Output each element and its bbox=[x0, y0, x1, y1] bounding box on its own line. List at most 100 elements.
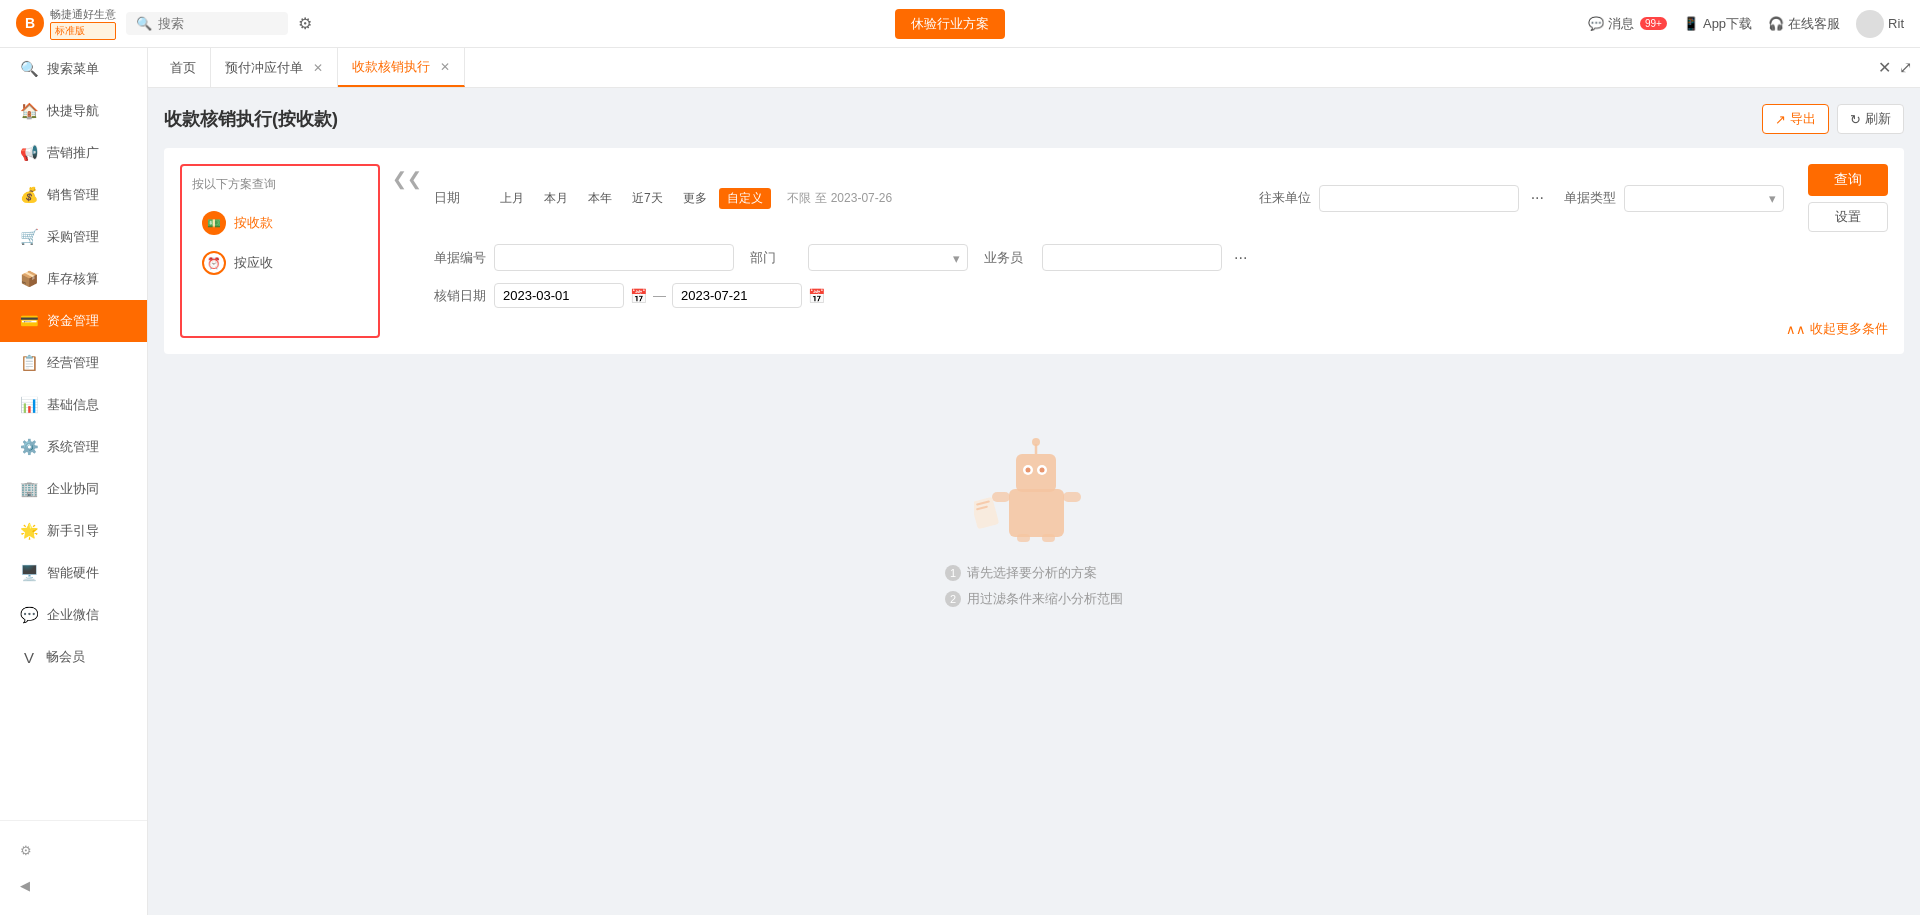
sidebar-item-quick-nav[interactable]: 🏠 快捷导航 bbox=[0, 90, 147, 132]
query-button[interactable]: 查询 bbox=[1808, 164, 1888, 196]
date-btn-this-year[interactable]: 本年 bbox=[580, 187, 620, 210]
date-value: 2023-07-26 bbox=[831, 191, 892, 205]
sidebar-item-hardware[interactable]: 🖥️ 智能硬件 bbox=[0, 552, 147, 594]
tab-prepay[interactable]: 预付冲应付单 ✕ bbox=[211, 48, 338, 87]
message-label: 消息 bbox=[1608, 15, 1634, 33]
tab-prepay-close[interactable]: ✕ bbox=[313, 61, 323, 75]
filter-action-btns: 查询 设置 bbox=[1808, 164, 1888, 232]
filter-scheme-panel: 按以下方案查询 💵 按收款 ⏰ 按应收 bbox=[180, 164, 380, 338]
top-bar: B 畅捷通好生意 标准版 🔍 ⚙ 休验行业方案 💬 消息 99+ 📱 App下载… bbox=[0, 0, 1920, 48]
username: Rit bbox=[1888, 16, 1904, 31]
user-action[interactable]: Rit bbox=[1856, 10, 1904, 38]
bill-type-select[interactable] bbox=[1624, 185, 1784, 212]
sidebar-item-wechat[interactable]: 💬 企业微信 bbox=[0, 594, 147, 636]
svg-rect-9 bbox=[1063, 492, 1081, 502]
staff-input[interactable] bbox=[1042, 244, 1222, 271]
export-button[interactable]: ↗ 导出 bbox=[1762, 104, 1829, 134]
sidebar-label-sales: 销售管理 bbox=[47, 186, 99, 204]
member-icon: V bbox=[20, 649, 38, 666]
refresh-button[interactable]: ↻ 刷新 bbox=[1837, 104, 1904, 134]
top-bar-center: 休验行业方案 bbox=[895, 9, 1005, 39]
wechat-icon: 💬 bbox=[20, 606, 39, 624]
svg-rect-1 bbox=[1016, 454, 1056, 492]
date-btn-7days[interactable]: 近7天 bbox=[624, 187, 671, 210]
filter-by-receivable[interactable]: ⏰ 按应收 bbox=[192, 243, 368, 283]
online-service-action[interactable]: 🎧 在线客服 bbox=[1768, 15, 1840, 33]
date-btn-last-month[interactable]: 上月 bbox=[492, 187, 532, 210]
sidebar: 🔍 搜索菜单 🏠 快捷导航 📢 营销推广 💰 销售管理 🛒 采购管理 📦 库存核… bbox=[0, 48, 148, 915]
sidebar-item-guide[interactable]: 🌟 新手引导 bbox=[0, 510, 147, 552]
bill-no-field: 单据编号 bbox=[434, 244, 734, 271]
date-no-limit: 不限 bbox=[787, 190, 811, 207]
collapse-more-row: ∧∧ 收起更多条件 bbox=[434, 320, 1888, 338]
refresh-label: 刷新 bbox=[1865, 110, 1891, 128]
date-btn-this-month[interactable]: 本月 bbox=[536, 187, 576, 210]
search-input[interactable] bbox=[158, 16, 278, 31]
counterpart-input[interactable] bbox=[1319, 185, 1519, 212]
sidebar-item-purchase[interactable]: 🛒 采购管理 bbox=[0, 216, 147, 258]
page-content: 收款核销执行(按收款) ↗ 导出 ↻ 刷新 按以下方案查询 bbox=[148, 88, 1920, 915]
sidebar-label-basic-info: 基础信息 bbox=[47, 396, 99, 414]
sidebar-label-wechat: 企业微信 bbox=[47, 606, 99, 624]
tab-receivable-close[interactable]: ✕ bbox=[440, 60, 450, 74]
svg-rect-10 bbox=[1017, 534, 1030, 542]
date-separator: — bbox=[653, 288, 666, 303]
staff-more-btn[interactable]: ··· bbox=[1230, 249, 1251, 267]
finance-icon: 💳 bbox=[20, 312, 39, 330]
sidebar-collapse-btn[interactable]: ◀ bbox=[0, 868, 147, 903]
sidebar-settings-btn[interactable]: ⚙ bbox=[0, 833, 147, 868]
staff-label: 业务员 bbox=[984, 249, 1034, 267]
sidebar-item-marketing[interactable]: 📢 营销推广 bbox=[0, 132, 147, 174]
sidebar-item-member[interactable]: V 畅会员 bbox=[0, 636, 147, 678]
sidebar-item-operations[interactable]: 📋 经营管理 bbox=[0, 342, 147, 384]
writeoff-end-input[interactable] bbox=[672, 283, 802, 308]
bill-no-input[interactable] bbox=[494, 244, 734, 271]
bill-no-label: 单据编号 bbox=[434, 249, 486, 267]
sidebar-item-finance[interactable]: 💳 资金管理 bbox=[0, 300, 147, 342]
writeoff-start-calendar-icon[interactable]: 📅 bbox=[630, 288, 647, 304]
tab-fullscreen-btn[interactable]: ⤢ bbox=[1899, 58, 1912, 77]
tab-home[interactable]: 首页 bbox=[156, 48, 211, 87]
sidebar-item-enterprise[interactable]: 🏢 企业协同 bbox=[0, 468, 147, 510]
sidebar-item-system[interactable]: ⚙️ 系统管理 bbox=[0, 426, 147, 468]
app-name: 畅捷通好生意 bbox=[50, 7, 116, 21]
writeoff-date-field: 核销日期 📅 — 📅 bbox=[434, 283, 825, 308]
gear-icon[interactable]: ⚙ bbox=[298, 14, 312, 33]
message-action[interactable]: 💬 消息 99+ bbox=[1588, 15, 1667, 33]
settings-icon: ⚙ bbox=[20, 843, 32, 858]
dept-select[interactable] bbox=[808, 244, 968, 271]
app-download-action[interactable]: 📱 App下载 bbox=[1683, 15, 1752, 33]
date-btn-custom[interactable]: 自定义 bbox=[719, 188, 771, 209]
settings-button[interactable]: 设置 bbox=[1808, 202, 1888, 232]
bill-type-select-wrap bbox=[1624, 185, 1784, 212]
sidebar-item-inventory[interactable]: 📦 库存核算 bbox=[0, 258, 147, 300]
tip1-num: 1 bbox=[945, 565, 961, 581]
app-download-label: App下载 bbox=[1703, 15, 1752, 33]
avatar bbox=[1856, 10, 1884, 38]
filter-row-1: 日期 上月 本月 本年 近7天 更多 自定义 不限 bbox=[434, 164, 1888, 232]
solution-button[interactable]: 休验行业方案 bbox=[895, 9, 1005, 39]
app-icon: 📱 bbox=[1683, 16, 1699, 31]
writeoff-start-input[interactable] bbox=[494, 283, 624, 308]
writeoff-end-calendar-icon[interactable]: 📅 bbox=[808, 288, 825, 304]
sidebar-label-finance: 资金管理 bbox=[47, 312, 99, 330]
counterpart-more-btn[interactable]: ··· bbox=[1527, 189, 1548, 207]
sidebar-item-sales[interactable]: 💰 销售管理 bbox=[0, 174, 147, 216]
collapse-panel-btn[interactable]: ❮❮ bbox=[392, 164, 422, 338]
collapse-more-button[interactable]: ∧∧ 收起更多条件 bbox=[1786, 320, 1888, 338]
tab-close-all-btn[interactable]: ✕ bbox=[1878, 58, 1891, 77]
filter-by-receipt[interactable]: 💵 按收款 bbox=[192, 203, 368, 243]
sidebar-item-basic-info[interactable]: 📊 基础信息 bbox=[0, 384, 147, 426]
tab-receivable[interactable]: 收款核销执行 ✕ bbox=[338, 48, 465, 87]
sidebar-label-member: 畅会员 bbox=[46, 648, 85, 666]
search-icon: 🔍 bbox=[136, 16, 152, 31]
tab-bar: 首页 预付冲应付单 ✕ 收款核销执行 ✕ ✕ ⤢ bbox=[148, 48, 1920, 88]
tab-home-label: 首页 bbox=[170, 59, 196, 77]
date-btn-more[interactable]: 更多 bbox=[675, 187, 715, 210]
dept-select-wrap bbox=[808, 244, 968, 271]
sidebar-item-search-menu[interactable]: 🔍 搜索菜单 bbox=[0, 48, 147, 90]
quick-nav-icon: 🏠 bbox=[20, 102, 39, 120]
search-menu-icon: 🔍 bbox=[20, 60, 39, 78]
top-search-box[interactable]: 🔍 bbox=[126, 12, 288, 35]
empty-state: 1 请先选择要分析的方案 2 用过滤条件来缩小分析范围 bbox=[164, 354, 1904, 692]
